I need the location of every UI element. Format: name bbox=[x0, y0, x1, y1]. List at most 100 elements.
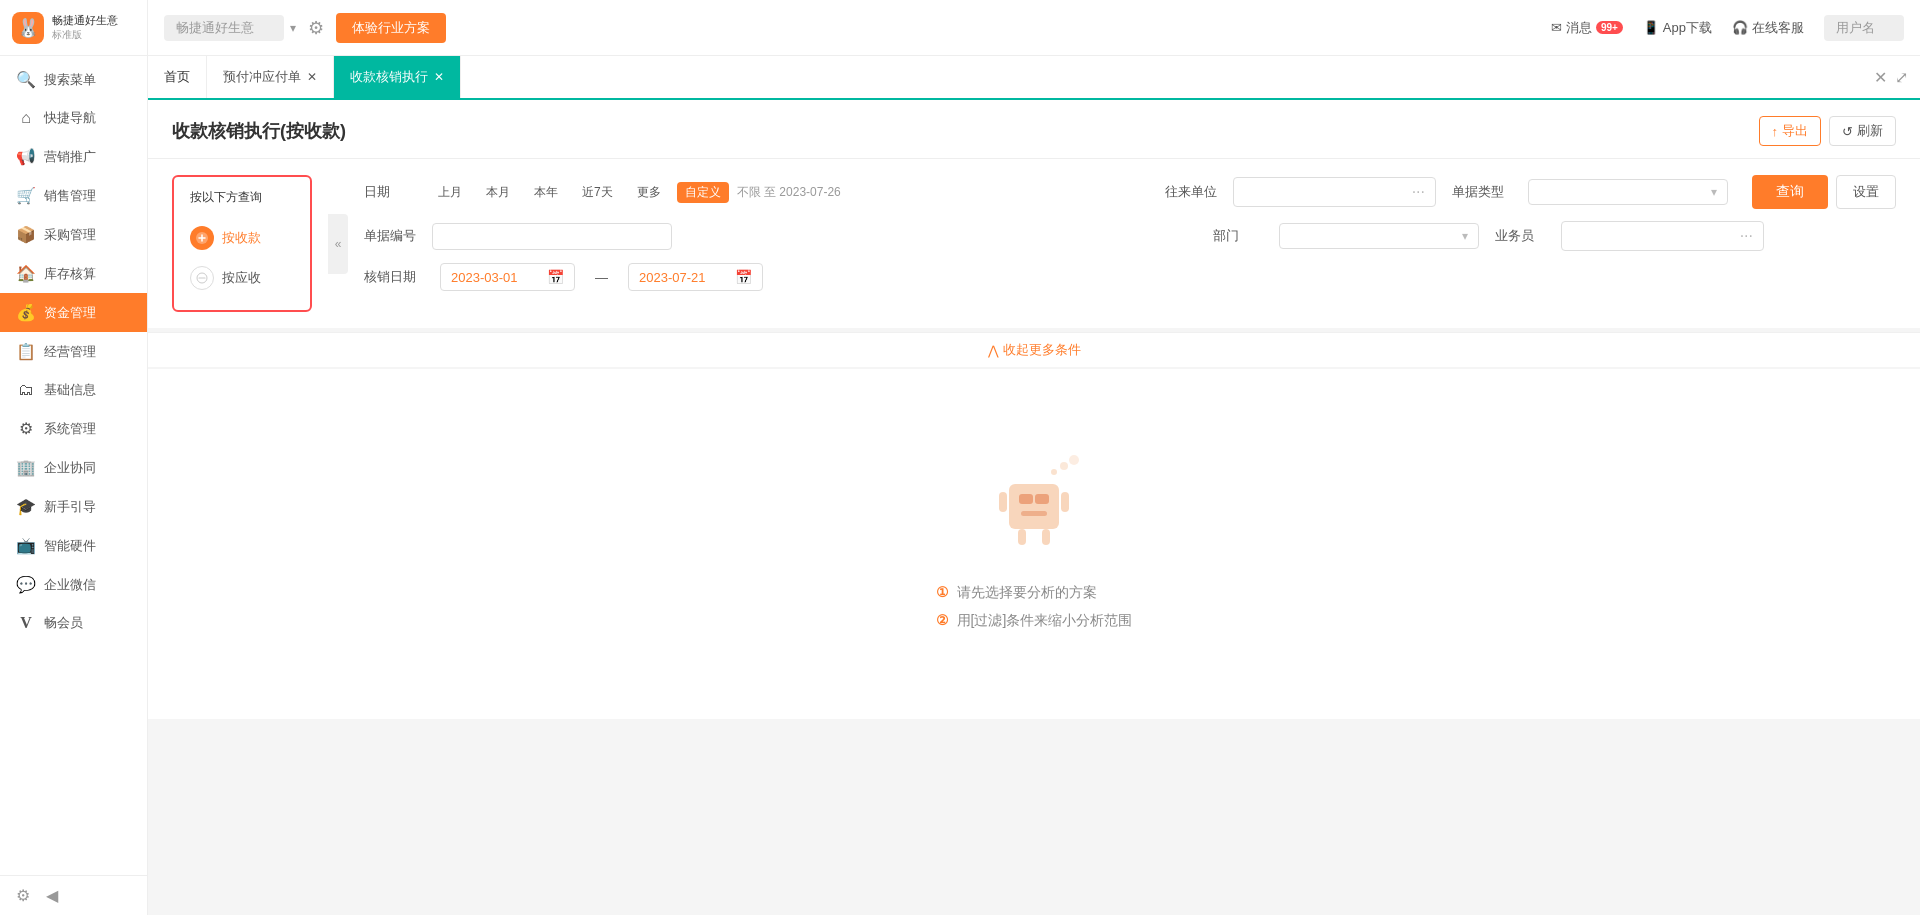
bill-no-input[interactable] bbox=[443, 229, 661, 244]
maximize-window-icon[interactable]: ⤢ bbox=[1895, 68, 1908, 87]
sidebar-item-sales[interactable]: 🛒销售管理 bbox=[0, 176, 147, 215]
sidebar-item-quick-nav[interactable]: ⌂快捷导航 bbox=[0, 99, 147, 137]
sidebar-item-purchase[interactable]: 📦采购管理 bbox=[0, 215, 147, 254]
sidebar-item-marketing[interactable]: 📢营销推广 bbox=[0, 137, 147, 176]
settings-icon[interactable]: ⚙ bbox=[16, 886, 30, 905]
tab-prepay-close-icon[interactable]: ✕ bbox=[307, 70, 317, 84]
writeoff-date-end-input[interactable] bbox=[639, 270, 729, 285]
staff-input-wrap[interactable]: ··· bbox=[1561, 221, 1764, 251]
setting-button[interactable]: 设置 bbox=[1836, 175, 1896, 209]
page-header: 收款核销执行(按收款) ↑ 导出 ↺ 刷新 bbox=[148, 100, 1920, 159]
tab-collect-label: 收款核销执行 bbox=[350, 68, 428, 86]
writeoff-date-end-wrap[interactable]: 📅 bbox=[628, 263, 763, 291]
filter-row-1: 日期 上月 本月 本年 近7天 更多 自定义 不限 至 2023-07-26 往… bbox=[364, 175, 1896, 209]
customer-service-button[interactable]: 🎧 在线客服 bbox=[1732, 19, 1804, 37]
panel-collapse-button[interactable]: « bbox=[328, 214, 348, 274]
date-btn-last-month[interactable]: 上月 bbox=[430, 182, 470, 203]
sidebar-item-label: 库存核算 bbox=[44, 265, 96, 283]
receipt-icon bbox=[190, 226, 214, 250]
sidebar-logo: 🐰 畅捷通好生意 标准版 bbox=[0, 0, 147, 56]
refresh-button[interactable]: ↺ 刷新 bbox=[1829, 116, 1896, 146]
sidebar-item-hardware[interactable]: 📺智能硬件 bbox=[0, 526, 147, 565]
query-type-by-receipt[interactable]: 按收款 bbox=[190, 218, 294, 258]
export-button[interactable]: ↑ 导出 bbox=[1759, 116, 1822, 146]
query-type-receivable-label: 按应收 bbox=[222, 269, 261, 287]
writeoff-date-label: 核销日期 bbox=[364, 268, 424, 286]
dept-label: 部门 bbox=[1213, 227, 1263, 245]
sidebar-item-inventory[interactable]: 🏠库存核算 bbox=[0, 254, 147, 293]
sidebar-item-funds[interactable]: 💰资金管理 bbox=[0, 293, 147, 332]
collapse-sidebar-icon[interactable]: ◀ bbox=[46, 886, 58, 905]
messages-label: 消息 bbox=[1566, 19, 1592, 37]
tab-collect-close-icon[interactable]: ✕ bbox=[434, 70, 444, 84]
sidebar-menu: 🔍搜索菜单 ⌂快捷导航 📢营销推广 🛒销售管理 📦采购管理 🏠库存核算 💰资金管… bbox=[0, 56, 147, 875]
sidebar-item-member[interactable]: V畅会员 bbox=[0, 604, 147, 642]
sidebar-item-label: 新手引导 bbox=[44, 498, 96, 516]
chevron-down-icon[interactable]: ▾ bbox=[290, 21, 296, 35]
sidebar-item-enterprise[interactable]: 🏢企业协同 bbox=[0, 448, 147, 487]
svg-rect-6 bbox=[999, 492, 1007, 512]
staff-input[interactable] bbox=[1572, 229, 1740, 244]
sidebar-item-search[interactable]: 🔍搜索菜单 bbox=[0, 60, 147, 99]
empty-hint-2: ② 用[过滤]条件来缩小分析范围 bbox=[936, 606, 1133, 634]
staff-dots-icon[interactable]: ··· bbox=[1740, 227, 1753, 245]
filter-area: 按以下方查询 按收款 按应收 « bbox=[148, 159, 1920, 328]
basic-info-icon: 🗂 bbox=[16, 381, 36, 399]
bill-type-select[interactable]: ▾ bbox=[1528, 179, 1728, 205]
tab-prepay[interactable]: 预付冲应付单 ✕ bbox=[207, 56, 334, 99]
bill-no-input-wrap[interactable] bbox=[432, 223, 672, 250]
svg-rect-4 bbox=[1035, 494, 1049, 504]
sidebar-item-guide[interactable]: 🎓新手引导 bbox=[0, 487, 147, 526]
sidebar-item-label: 智能硬件 bbox=[44, 537, 96, 555]
svg-point-10 bbox=[1051, 469, 1057, 475]
calendar-end-icon[interactable]: 📅 bbox=[735, 269, 752, 285]
tab-collect[interactable]: 收款核销执行 ✕ bbox=[334, 56, 461, 99]
message-icon: ✉ bbox=[1551, 20, 1562, 35]
empty-hint-1: ① 请先选择要分析的方案 bbox=[936, 578, 1133, 606]
hint2-num: ② bbox=[936, 612, 949, 628]
sidebar-item-wechat[interactable]: 💬企业微信 bbox=[0, 565, 147, 604]
collapse-more-button[interactable]: ⋀ 收起更多条件 bbox=[988, 341, 1081, 359]
filter-row-2: 单据编号 部门 ▾ 业务员 ··· bbox=[364, 221, 1896, 251]
counterparty-label: 往来单位 bbox=[1165, 183, 1217, 201]
dept-select[interactable]: ▾ bbox=[1279, 223, 1479, 249]
sidebar-item-system[interactable]: ⚙系统管理 bbox=[0, 409, 147, 448]
query-type-by-receivable[interactable]: 按应收 bbox=[190, 258, 294, 298]
content-area: 收款核销执行(按收款) ↑ 导出 ↺ 刷新 按以下方查询 bbox=[148, 100, 1920, 915]
query-button[interactable]: 查询 bbox=[1752, 175, 1828, 209]
counterparty-dots-icon[interactable]: ··· bbox=[1412, 183, 1425, 201]
query-type-panel: 按以下方查询 按收款 按应收 bbox=[172, 175, 312, 312]
writeoff-date-start-wrap[interactable]: 📅 bbox=[440, 263, 575, 291]
gear-icon[interactable]: ⚙ bbox=[308, 17, 324, 39]
calendar-start-icon[interactable]: 📅 bbox=[547, 269, 564, 285]
topbar-user[interactable]: 用户名 bbox=[1824, 15, 1904, 41]
sidebar-item-label: 经营管理 bbox=[44, 343, 96, 361]
purchase-icon: 📦 bbox=[16, 225, 36, 244]
solution-button[interactable]: 体验行业方案 bbox=[336, 13, 446, 43]
system-icon: ⚙ bbox=[16, 419, 36, 438]
sidebar-item-label: 畅会员 bbox=[44, 614, 83, 632]
tabbar: 首页 预付冲应付单 ✕ 收款核销执行 ✕ ✕ ⤢ bbox=[148, 56, 1920, 100]
sidebar-item-basic-info[interactable]: 🗂基础信息 bbox=[0, 371, 147, 409]
staff-label: 业务员 bbox=[1495, 227, 1545, 245]
counterparty-input-wrap[interactable]: ··· bbox=[1233, 177, 1436, 207]
date-options-group: 上月 本月 本年 近7天 更多 自定义 不限 至 2023-07-26 bbox=[430, 182, 841, 203]
search-icon: 🔍 bbox=[16, 70, 36, 89]
sidebar-item-operations[interactable]: 📋经营管理 bbox=[0, 332, 147, 371]
counterparty-input[interactable] bbox=[1244, 185, 1412, 200]
date-btn-custom[interactable]: 自定义 bbox=[677, 182, 729, 203]
messages-button[interactable]: ✉ 消息 99+ bbox=[1551, 19, 1623, 37]
query-btn-wrap: 查询 设置 bbox=[1752, 175, 1896, 209]
query-type-title: 按以下方查询 bbox=[190, 189, 294, 206]
tab-home[interactable]: 首页 bbox=[148, 56, 207, 99]
date-btn-this-year[interactable]: 本年 bbox=[526, 182, 566, 203]
empty-state: ① 请先选择要分析的方案 ② 用[过滤]条件来缩小分析范围 bbox=[148, 369, 1920, 719]
close-window-icon[interactable]: ✕ bbox=[1874, 68, 1887, 87]
funds-icon: 💰 bbox=[16, 303, 36, 322]
app-download-button[interactable]: 📱 App下载 bbox=[1643, 19, 1712, 37]
writeoff-date-start-input[interactable] bbox=[451, 270, 541, 285]
date-btn-this-month[interactable]: 本月 bbox=[478, 182, 518, 203]
date-btn-last-7-days[interactable]: 近7天 bbox=[574, 182, 621, 203]
date-btn-more[interactable]: 更多 bbox=[629, 182, 669, 203]
receivable-icon bbox=[190, 266, 214, 290]
